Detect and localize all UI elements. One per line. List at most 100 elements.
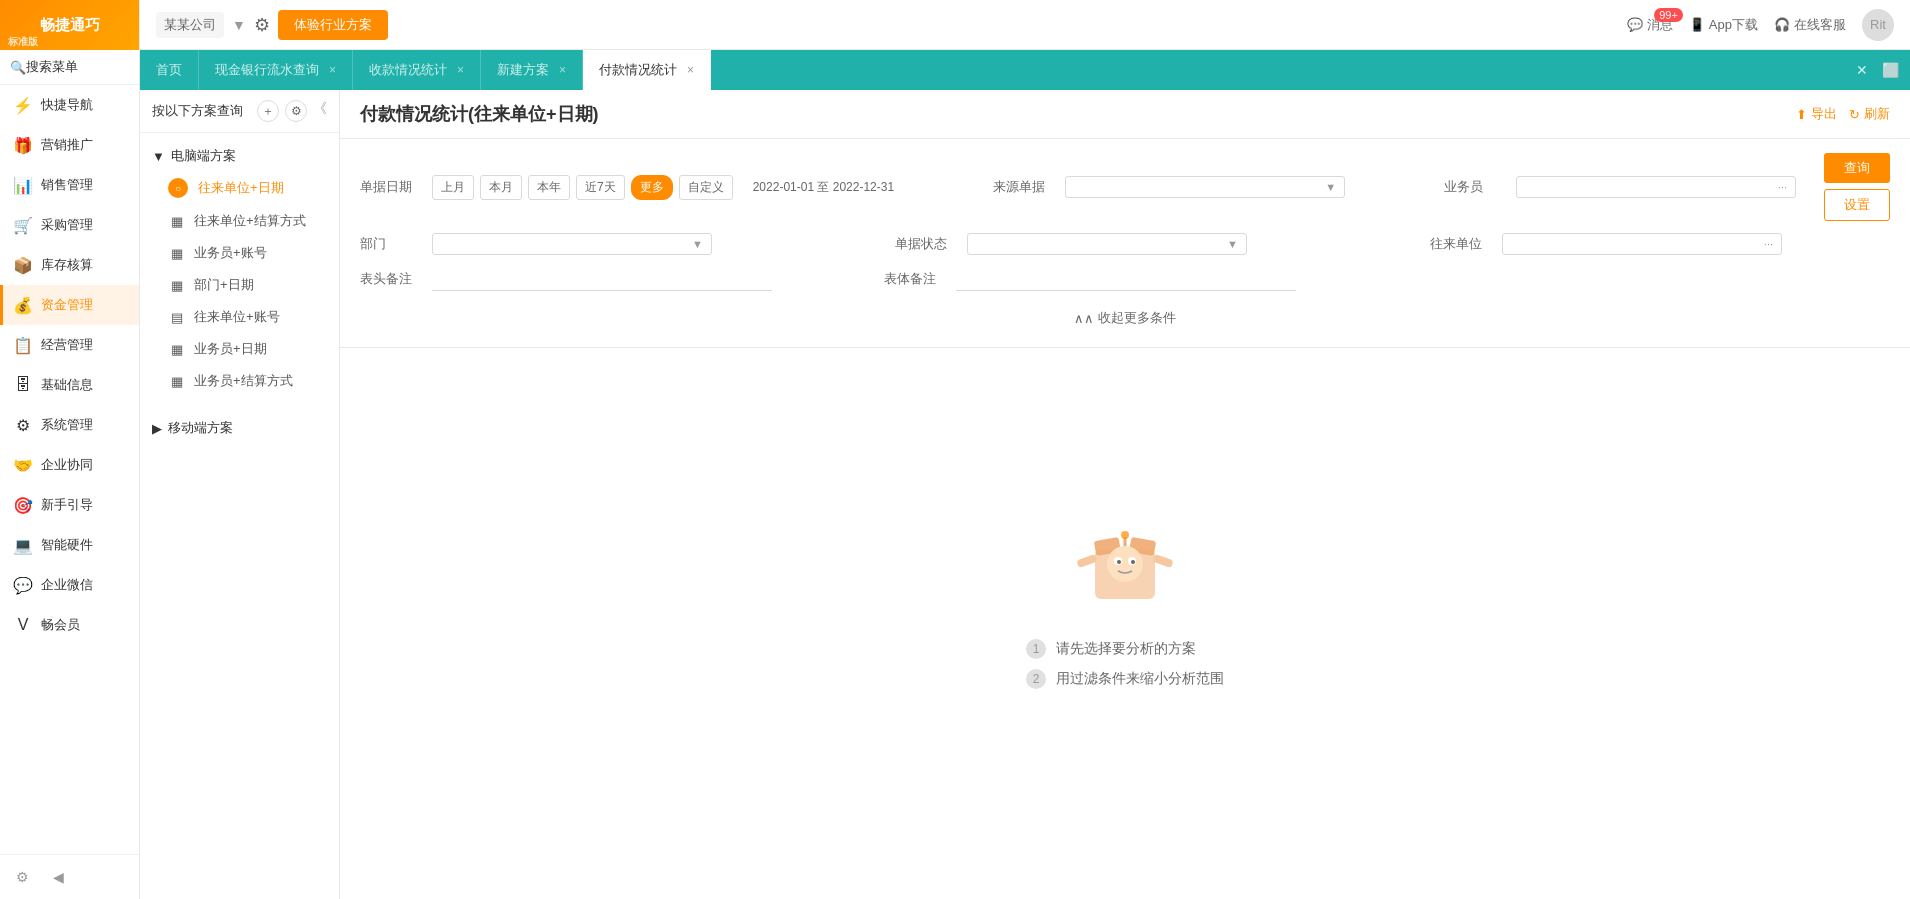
sidebar-collapse-btn[interactable]: ◀ [44, 863, 72, 891]
date-btn-this-month[interactable]: 本月 [480, 175, 522, 200]
tab-maximize-btn[interactable]: ⬜ [1878, 58, 1902, 82]
empty-illustration [1065, 499, 1185, 619]
date-btn-last-month[interactable]: 上月 [432, 175, 474, 200]
trial-btn[interactable]: 体验行业方案 [278, 10, 388, 40]
tab-payment-close[interactable]: × [687, 63, 694, 77]
scheme-staff-date-label: 业务员+日期 [194, 340, 267, 358]
sidebar-item-capital[interactable]: 💰 资金管理 [0, 285, 139, 325]
sidebar-cooperation-label: 企业协同 [41, 456, 93, 474]
tab-payment[interactable]: 付款情况统计 × [583, 50, 711, 90]
sidebar-vip-label: 畅会员 [41, 616, 80, 634]
sidebar-item-marketing[interactable]: 🎁 营销推广 [0, 125, 139, 165]
refresh-btn[interactable]: ↻ 刷新 [1849, 105, 1890, 123]
scheme-item-unit-account[interactable]: ▤ 往来单位+账号 [140, 301, 339, 333]
date-label: 单据日期 [360, 178, 416, 196]
scheme-staff-account-label: 业务员+账号 [194, 244, 267, 262]
left-panel-header: 按以下方案查询 ＋ ⚙ 《 [140, 90, 339, 133]
sidebar-item-purchase[interactable]: 🛒 采购管理 [0, 205, 139, 245]
tab-home[interactable]: 首页 [140, 50, 199, 90]
staff-select[interactable]: ··· [1516, 176, 1796, 198]
date-btn-more[interactable]: 更多 [631, 175, 673, 200]
header-remark-input[interactable] [432, 267, 772, 291]
app-download-btn[interactable]: 📱 App下载 [1689, 16, 1758, 34]
user-avatar[interactable]: Rit [1862, 9, 1894, 41]
weixin-icon: 💬 [13, 575, 33, 595]
source-select[interactable]: ▼ [1065, 176, 1345, 198]
collapse-conditions-btn[interactable]: ∧∧ 收起更多条件 [1054, 303, 1196, 333]
message-icon: 💬 [1627, 17, 1643, 32]
scheme-item-unit-settle[interactable]: ▦ 往来单位+结算方式 [140, 205, 339, 237]
sidebar-weixin-label: 企业微信 [41, 576, 93, 594]
export-btn[interactable]: ⬆ 导出 [1796, 105, 1837, 123]
sidebar-item-weixin[interactable]: 💬 企业微信 [0, 565, 139, 605]
empty-state: 1 请先选择要分析的方案 2 用过滤条件来缩小分析范围 [340, 348, 1910, 899]
sidebar-item-search[interactable]: 🔍 搜索菜单 [0, 50, 139, 85]
tab-newscheme[interactable]: 新建方案 × [481, 50, 583, 90]
guide-icon: 🎯 [13, 495, 33, 515]
mobile-section-header[interactable]: ▶ 移动端方案 [140, 413, 339, 443]
panel-add-btn[interactable]: ＋ [257, 100, 279, 122]
sidebar-item-vip[interactable]: V 畅会员 [0, 605, 139, 645]
scheme-item-staff-date[interactable]: ▦ 业务员+日期 [140, 333, 339, 365]
sidebar-search-label: 搜索菜单 [26, 58, 78, 76]
date-btn-custom[interactable]: 自定义 [679, 175, 733, 200]
tab-receipt[interactable]: 收款情况统计 × [353, 50, 481, 90]
hint-text-1: 请先选择要分析的方案 [1056, 640, 1196, 658]
main-content: 某某公司 ▼ ⚙ 体验行业方案 💬 消息 99+ 📱 App下载 🎧 在线客服 … [140, 0, 1910, 899]
panel-collapse-btn[interactable]: 《 [313, 100, 327, 122]
dept-select[interactable]: ▼ [432, 233, 712, 255]
page-header: 付款情况统计(往来单位+日期) ⬆ 导出 ↻ 刷新 [340, 90, 1910, 139]
sidebar-item-basicinfo[interactable]: 🗄 基础信息 [0, 365, 139, 405]
company-name-display[interactable]: 某某公司 [156, 12, 224, 38]
sidebar-basicinfo-label: 基础信息 [41, 376, 93, 394]
brand-subtitle: 标准版 [8, 35, 38, 49]
company-dropdown-arrow[interactable]: ▼ [232, 17, 246, 33]
body-remark-input[interactable] [956, 267, 1296, 291]
scheme-grid5-icon: ▦ [168, 372, 186, 390]
sidebar-settings-btn[interactable]: ⚙ [8, 863, 36, 891]
date-btn-this-year[interactable]: 本年 [528, 175, 570, 200]
svg-point-6 [1117, 560, 1121, 564]
date-range-display: 2022-01-01 至 2022-12-31 [753, 179, 894, 196]
scheme-grid2-icon: ▦ [168, 244, 186, 262]
notification-badge: 99+ [1654, 8, 1683, 22]
tab-receipt-close[interactable]: × [457, 63, 464, 77]
filter-row-1: 单据日期 上月 本月 本年 近7天 更多 自定义 2022-01-01 至 20… [360, 153, 1890, 221]
online-service-btn[interactable]: 🎧 在线客服 [1774, 16, 1846, 34]
sidebar-item-inventory[interactable]: 📦 库存核算 [0, 245, 139, 285]
top-bar-left: 某某公司 ▼ ⚙ 体验行业方案 [156, 10, 1615, 40]
desktop-section-header[interactable]: ▼ 电脑端方案 [140, 141, 339, 171]
tab-cashflow[interactable]: 现金银行流水查询 × [199, 50, 353, 90]
query-btn[interactable]: 查询 [1824, 153, 1890, 183]
date-btn-7days[interactable]: 近7天 [576, 175, 625, 200]
sidebar-item-system[interactable]: ⚙ 系统管理 [0, 405, 139, 445]
unit-select[interactable]: ··· [1502, 233, 1782, 255]
sidebar-item-operation[interactable]: 📋 经营管理 [0, 325, 139, 365]
empty-hint-1: 1 请先选择要分析的方案 [1026, 639, 1224, 659]
empty-hints: 1 请先选择要分析的方案 2 用过滤条件来缩小分析范围 [1026, 639, 1224, 689]
cooperation-icon: 🤝 [13, 455, 33, 475]
collapse-conditions-row: ∧∧ 收起更多条件 [360, 303, 1890, 333]
scheme-item-staff-settle[interactable]: ▦ 业务员+结算方式 [140, 365, 339, 397]
scheme-item-staff-account[interactable]: ▦ 业务员+账号 [140, 237, 339, 269]
scheme-table-icon: ▤ [168, 308, 186, 326]
tab-bar: 首页 现金银行流水查询 × 收款情况统计 × 新建方案 × 付款情况统计 × ✕… [140, 50, 1910, 90]
settings-gear-btn[interactable]: ⚙ [254, 14, 270, 36]
sidebar-item-quicknav[interactable]: ⚡ 快捷导航 [0, 85, 139, 125]
sidebar-item-sales[interactable]: 📊 销售管理 [0, 165, 139, 205]
sidebar-item-hardware[interactable]: 💻 智能硬件 [0, 525, 139, 565]
panel-settings-btn[interactable]: ⚙ [285, 100, 307, 122]
scheme-item-dept-date[interactable]: ▦ 部门+日期 [140, 269, 339, 301]
status-select[interactable]: ▼ [967, 233, 1247, 255]
svg-point-3 [1107, 546, 1143, 582]
tab-close-all-btn[interactable]: ✕ [1850, 58, 1874, 82]
settings-btn[interactable]: 设置 [1824, 189, 1890, 221]
sidebar-item-guide[interactable]: 🎯 新手引导 [0, 485, 139, 525]
tab-cashflow-close[interactable]: × [329, 63, 336, 77]
scheme-item-unit-date[interactable]: ○ 往来单位+日期 [140, 171, 339, 205]
sidebar-item-cooperation[interactable]: 🤝 企业协同 [0, 445, 139, 485]
tab-newscheme-close[interactable]: × [559, 63, 566, 77]
notification-btn[interactable]: 💬 消息 99+ [1627, 16, 1673, 34]
mobile-scheme-section: ▶ 移动端方案 [140, 405, 339, 451]
scheme-unit-account-label: 往来单位+账号 [194, 308, 280, 326]
